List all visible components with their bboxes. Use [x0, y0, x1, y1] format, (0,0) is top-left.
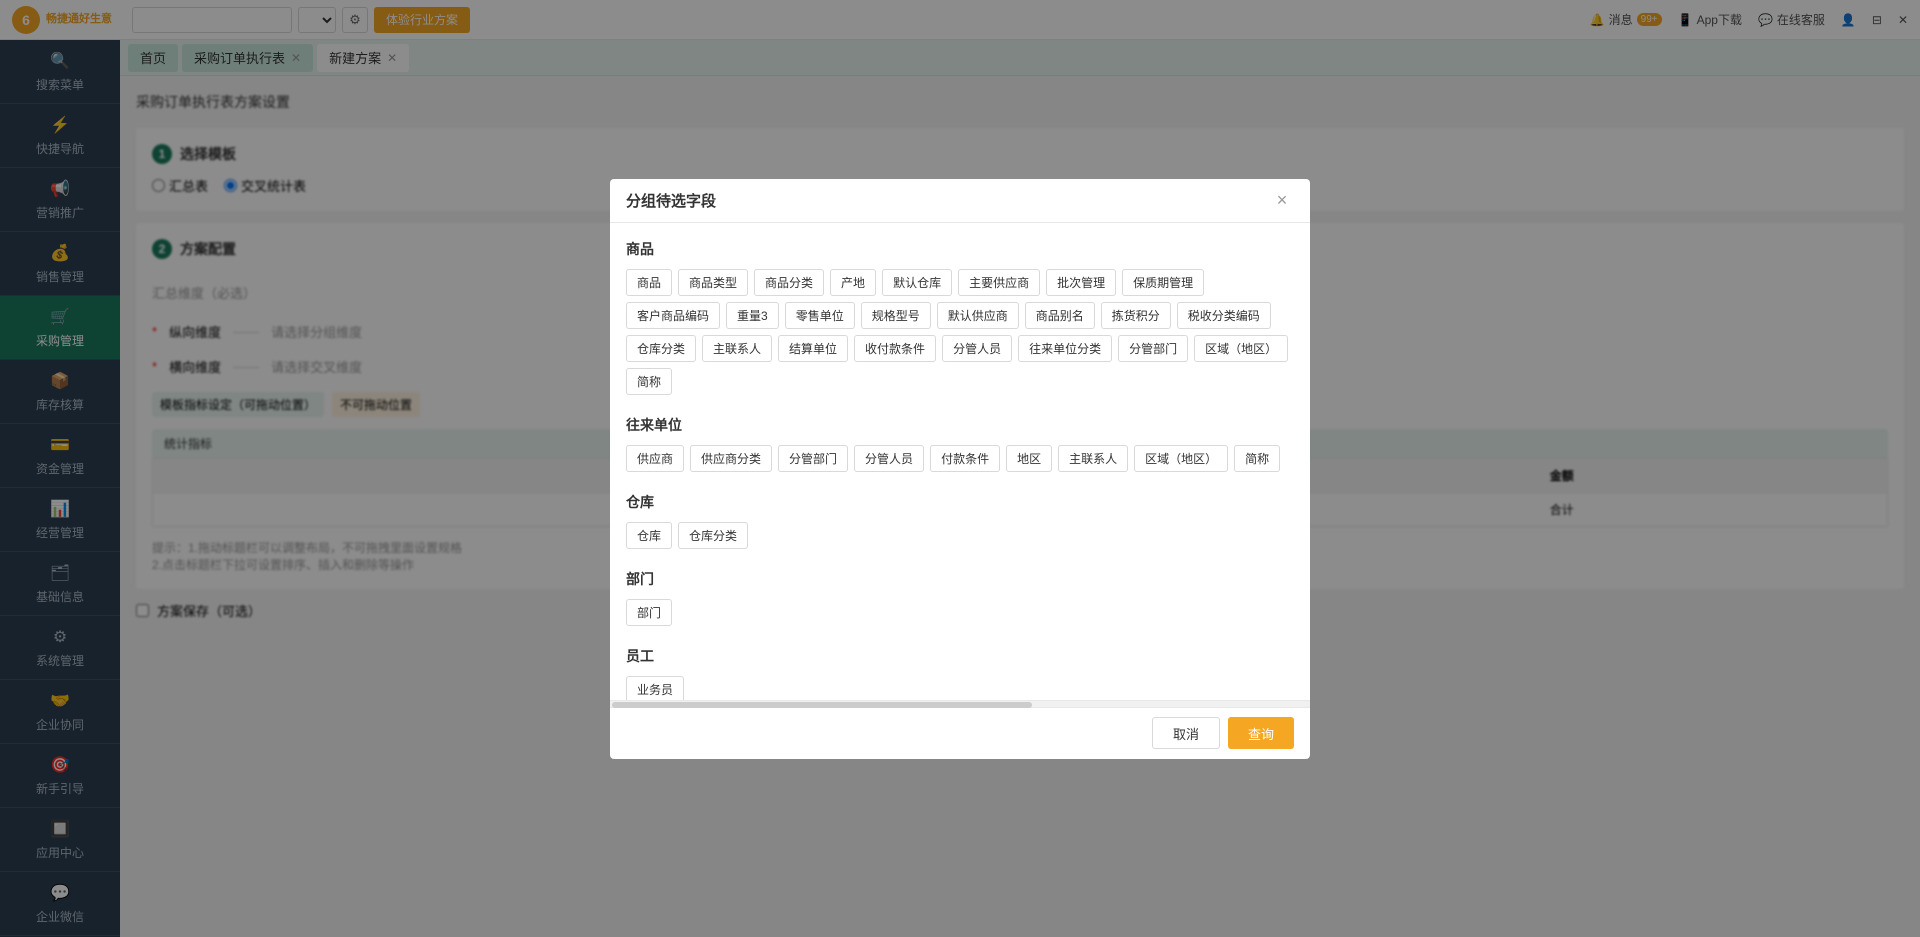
- cancel-button[interactable]: 取消: [1152, 717, 1220, 749]
- tag-supplier[interactable]: 供应商: [626, 445, 684, 472]
- section-partner: 往来单位 供应商 供应商分类 分管部门 分管人员 付款条件 地区 主联系人 区域…: [626, 415, 1294, 472]
- modal: 分组待选字段 × 商品 商品 商品类型 商品分类 产地 默认仓库 主要供应商 批…: [610, 179, 1310, 759]
- tag-goods[interactable]: 商品: [626, 269, 672, 296]
- modal-body[interactable]: 商品 商品 商品类型 商品分类 产地 默认仓库 主要供应商 批次管理 保质期管理…: [610, 223, 1310, 701]
- section-dept: 部门 部门: [626, 569, 1294, 626]
- tag-main-contact-partner[interactable]: 主联系人: [1058, 445, 1128, 472]
- tag-short-name-goods[interactable]: 简称: [626, 368, 672, 395]
- tag-supplier-cat[interactable]: 供应商分类: [690, 445, 772, 472]
- modal-close-btn[interactable]: ×: [1270, 188, 1294, 212]
- tag-shelf-life[interactable]: 保质期管理: [1122, 269, 1204, 296]
- section-goods: 商品 商品 商品类型 商品分类 产地 默认仓库 主要供应商 批次管理 保质期管理…: [626, 239, 1294, 395]
- modal-hscroll-thumb: [612, 702, 1032, 708]
- tag-supervisor[interactable]: 分管人员: [942, 335, 1012, 362]
- confirm-button[interactable]: 查询: [1228, 717, 1294, 749]
- tag-origin[interactable]: 产地: [830, 269, 876, 296]
- tag-warehouse[interactable]: 仓库: [626, 522, 672, 549]
- goods-tags: 商品 商品类型 商品分类 产地 默认仓库 主要供应商 批次管理 保质期管理 客户…: [626, 269, 1294, 395]
- tag-dept-charge[interactable]: 分管部门: [1118, 335, 1188, 362]
- partner-tags: 供应商 供应商分类 分管部门 分管人员 付款条件 地区 主联系人 区域（地区） …: [626, 445, 1294, 472]
- tag-goods-type[interactable]: 商品类型: [678, 269, 748, 296]
- dept-tags: 部门: [626, 599, 1294, 626]
- tag-area[interactable]: 地区: [1006, 445, 1052, 472]
- tag-goods-category[interactable]: 商品分类: [754, 269, 824, 296]
- tag-default-supplier[interactable]: 默认供应商: [937, 302, 1019, 329]
- tag-partner-category[interactable]: 往来单位分类: [1018, 335, 1112, 362]
- tag-payment-cond[interactable]: 付款条件: [930, 445, 1000, 472]
- tag-spec-model[interactable]: 规格型号: [861, 302, 931, 329]
- tag-warehouse-category[interactable]: 仓库分类: [626, 335, 696, 362]
- section-dept-title: 部门: [626, 569, 1294, 589]
- modal-footer: 取消 查询: [610, 707, 1310, 759]
- tag-batch-mgmt[interactable]: 批次管理: [1046, 269, 1116, 296]
- tag-salesperson[interactable]: 业务员: [626, 676, 684, 701]
- modal-title: 分组待选字段: [626, 190, 716, 211]
- section-warehouse-title: 仓库: [626, 492, 1294, 512]
- tag-pick-points[interactable]: 拣货积分: [1101, 302, 1171, 329]
- tag-main-contact[interactable]: 主联系人: [702, 335, 772, 362]
- tag-customer-code[interactable]: 客户商品编码: [626, 302, 720, 329]
- tag-default-warehouse[interactable]: 默认仓库: [882, 269, 952, 296]
- tag-charge-person[interactable]: 分管人员: [854, 445, 924, 472]
- tag-dept[interactable]: 部门: [626, 599, 672, 626]
- modal-header: 分组待选字段 ×: [610, 179, 1310, 223]
- tag-settlement-unit[interactable]: 结算单位: [778, 335, 848, 362]
- section-partner-title: 往来单位: [626, 415, 1294, 435]
- section-warehouse: 仓库 仓库 仓库分类: [626, 492, 1294, 549]
- tag-weight[interactable]: 重量3: [726, 302, 779, 329]
- tag-charge-dept[interactable]: 分管部门: [778, 445, 848, 472]
- tag-tax-code[interactable]: 税收分类编码: [1177, 302, 1271, 329]
- tag-retail-unit[interactable]: 零售单位: [785, 302, 855, 329]
- modal-overlay: 分组待选字段 × 商品 商品 商品类型 商品分类 产地 默认仓库 主要供应商 批…: [0, 0, 1920, 937]
- tag-warehouse-cat[interactable]: 仓库分类: [678, 522, 748, 549]
- modal-hscrollbar[interactable]: [610, 700, 1310, 706]
- tag-payment-terms[interactable]: 收付款条件: [854, 335, 936, 362]
- tag-region-partner[interactable]: 区域（地区）: [1134, 445, 1228, 472]
- tag-main-supplier[interactable]: 主要供应商: [958, 269, 1040, 296]
- section-goods-title: 商品: [626, 239, 1294, 259]
- section-employee-title: 员工: [626, 646, 1294, 666]
- employee-tags: 业务员: [626, 676, 1294, 701]
- warehouse-tags: 仓库 仓库分类: [626, 522, 1294, 549]
- section-employee: 员工 业务员: [626, 646, 1294, 701]
- tag-goods-alias[interactable]: 商品别名: [1025, 302, 1095, 329]
- tag-short-name-partner[interactable]: 简称: [1234, 445, 1280, 472]
- tag-region-goods[interactable]: 区域（地区）: [1194, 335, 1288, 362]
